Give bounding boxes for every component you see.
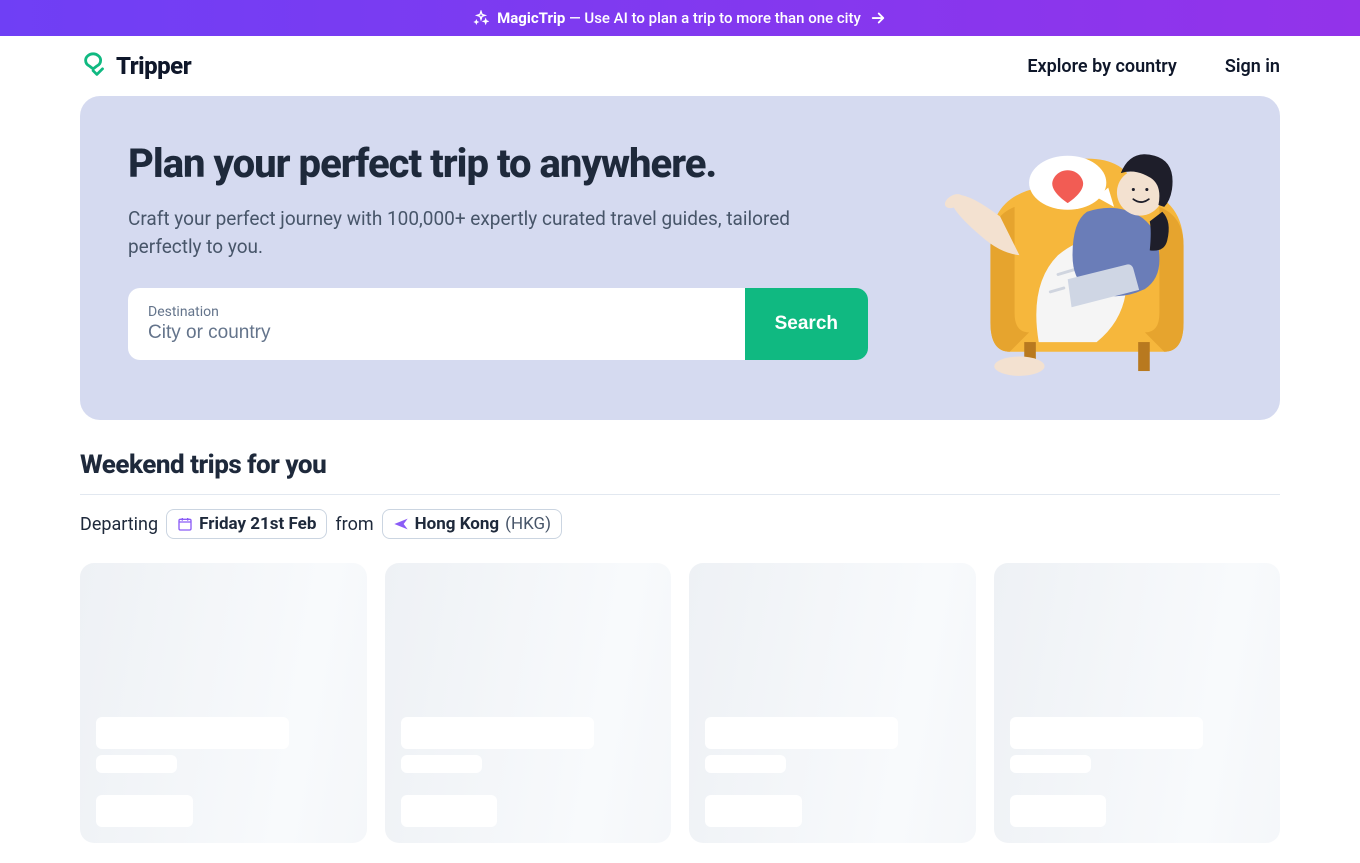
site-header: Tripper Explore by country Sign in — [0, 36, 1360, 96]
arrow-right-icon — [869, 9, 887, 27]
top-nav: Explore by country Sign in — [1027, 56, 1280, 77]
magictrip-banner[interactable]: MagicTrip — Use AI to plan a trip to mor… — [0, 0, 1360, 36]
skeleton-line — [705, 755, 786, 773]
skeleton-line — [1010, 755, 1091, 773]
skeleton-line — [96, 755, 177, 773]
logo-icon — [80, 51, 110, 81]
skeleton-line — [96, 795, 193, 827]
origin-code: (HKG) — [505, 514, 551, 534]
hero-panel: Plan your perfect trip to anywhere. Craf… — [80, 96, 1280, 420]
brand-name: Tripper — [116, 52, 191, 80]
banner-text: MagicTrip — Use AI to plan a trip to mor… — [497, 9, 861, 27]
banner-rest: — Use AI to plan a trip to more than one… — [565, 9, 860, 27]
destination-field[interactable]: Destination — [128, 288, 745, 360]
skeleton-line — [705, 795, 802, 827]
search-row: Destination Search — [128, 288, 868, 360]
skeleton-line — [1010, 717, 1203, 749]
hehero-illustration — [942, 120, 1232, 400]
weekend-section: Weekend trips for you Departing Friday 2… — [0, 420, 1360, 863]
plane-icon — [393, 516, 409, 532]
destination-label: Destination — [148, 304, 725, 320]
skeleton-line — [401, 795, 498, 827]
nav-explore[interactable]: Explore by country — [1027, 56, 1176, 77]
skeleton-line — [401, 717, 594, 749]
trip-cards — [80, 563, 1280, 843]
origin-city: Hong Kong — [415, 514, 500, 534]
destination-input[interactable] — [148, 322, 725, 344]
trip-card-skeleton — [689, 563, 976, 843]
hero-subtitle: Craft your perfect journey with 100,000+… — [128, 205, 808, 260]
from-label: from — [335, 514, 373, 535]
brand-logo[interactable]: Tripper — [80, 51, 191, 81]
date-text: Friday 21st Feb — [199, 514, 316, 534]
hero-title: Plan your perfect trip to anywhere. — [128, 140, 868, 187]
date-pill[interactable]: Friday 21st Feb — [166, 509, 327, 539]
skeleton-line — [1010, 795, 1107, 827]
banner-highlight: MagicTrip — [497, 9, 565, 27]
skeleton-line — [401, 755, 482, 773]
sparkle-icon — [473, 10, 489, 26]
weekend-heading: Weekend trips for you — [80, 450, 1280, 495]
search-button[interactable]: Search — [745, 288, 868, 360]
calendar-icon — [177, 516, 193, 532]
nav-signin[interactable]: Sign in — [1225, 56, 1280, 77]
trip-card-skeleton — [994, 563, 1281, 843]
skeleton-line — [705, 717, 898, 749]
filter-row: Departing Friday 21st Feb from Hong Kong… — [80, 509, 1280, 539]
departing-label: Departing — [80, 514, 158, 535]
skeleton-line — [96, 717, 289, 749]
origin-pill[interactable]: Hong Kong (HKG) — [382, 509, 562, 539]
trip-card-skeleton — [80, 563, 367, 843]
trip-card-skeleton — [385, 563, 672, 843]
